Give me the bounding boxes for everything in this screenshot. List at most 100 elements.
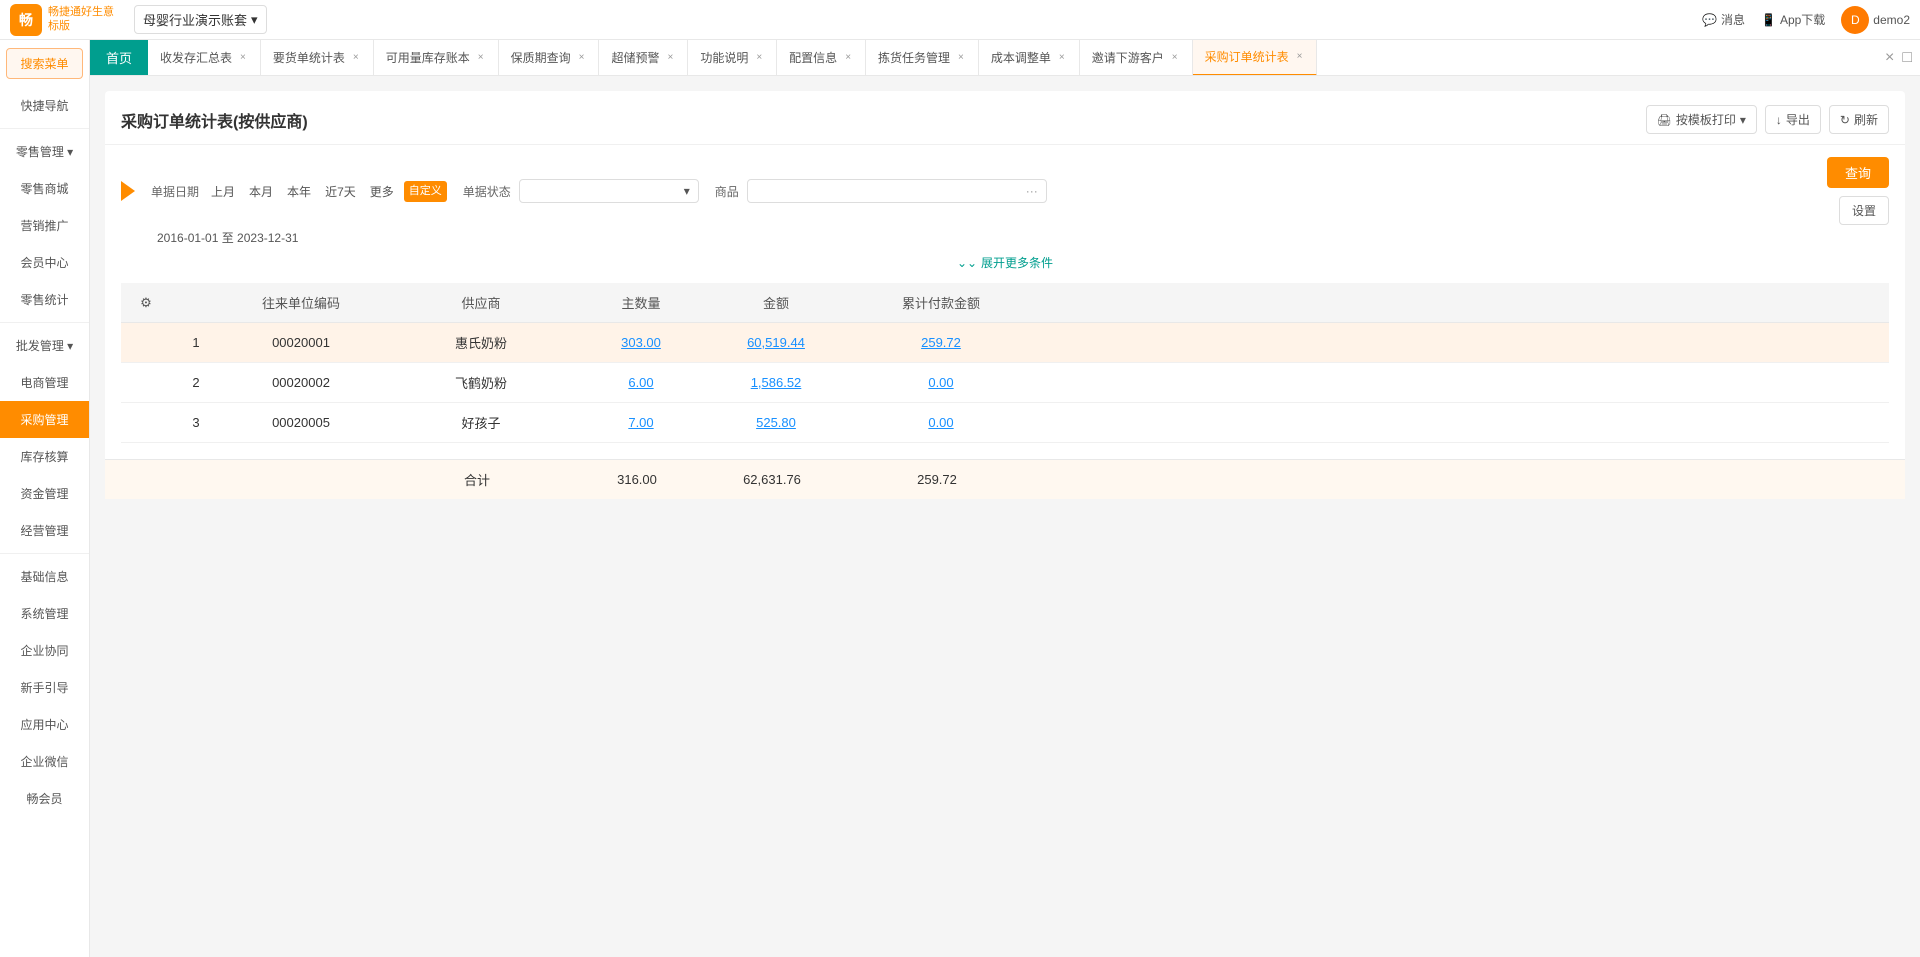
tab-available-inventory[interactable]: 可用量库存账本 × [374,40,499,76]
top-bar: 畅 畅捷通好生意 标版 母婴行业演示账套 ▾ 💬 消息 📱 App下载 D [0,0,1920,40]
export-button[interactable]: ↓ 导出 [1765,105,1821,134]
tab-invite-downstream-close[interactable]: × [1170,50,1180,65]
sidebar-finance-label: 资金管理 [20,487,68,501]
avatar-initial: D [1851,13,1860,27]
refresh-button[interactable]: ↻ 刷新 [1829,105,1889,134]
workspace-selector[interactable]: 母婴行业演示账套 ▾ [134,5,267,34]
col-header-qty: 主数量 [581,283,701,323]
table-header-row: ⚙ 往来单位编码 供应商 主数量 金额 累计付款金额 [121,283,1889,323]
row-qty-3[interactable]: 7.00 [581,403,701,443]
tab-cost-adjust-close[interactable]: × [1057,50,1067,65]
tab-available-inventory-close[interactable]: × [476,50,486,65]
row-amount-1[interactable]: 60,519.44 [701,323,851,363]
message-button[interactable]: 💬 消息 [1702,11,1745,28]
sidebar-item-retail-stats[interactable]: 零售统计 [0,281,89,318]
sidebar-item-wholesale[interactable]: 批发管理 ▾ [0,327,89,364]
date-range-display: 2016-01-01 至 2023-12-31 [121,225,1889,246]
tab-order-summary[interactable]: 要货单统计表 × [261,40,374,76]
col-header-gear[interactable]: ⚙ [121,283,171,323]
date-filter-label: 单据日期 [151,183,199,200]
tab-pick-task[interactable]: 拣货任务管理 × [866,40,979,76]
main-area: 搜索菜单 快捷导航 零售管理 ▾ 零售商城 营销推广 会员中心 零售统计 [0,40,1920,957]
app-download-button[interactable]: 📱 App下载 [1761,11,1825,28]
tab-order-summary-close[interactable]: × [351,50,361,65]
tab-cost-adjust[interactable]: 成本调整单 × [979,40,1080,76]
collapse-icon[interactable] [121,181,135,201]
tab-config-close[interactable]: × [843,50,853,65]
tab-receive-summary[interactable]: 收发存汇总表 × [148,40,261,76]
row-qty-2[interactable]: 6.00 [581,363,701,403]
tab-restore-button[interactable]: □ [1902,49,1912,67]
row-paid-2[interactable]: 0.00 [851,363,1031,403]
row-paid-1[interactable]: 259.72 [851,323,1031,363]
sidebar-item-retail-shop[interactable]: 零售商城 [0,170,89,207]
tab-purchase-stats-close[interactable]: × [1295,49,1305,64]
tab-overstock[interactable]: 超储预警 × [599,40,688,76]
sidebar-wechat-label: 企业微信 [20,755,68,769]
shortcut-this-year[interactable]: 本年 [283,181,315,202]
tab-config[interactable]: 配置信息 × [777,40,866,76]
tab-overstock-close[interactable]: × [665,50,675,65]
search-menu-button[interactable]: 搜索菜单 [6,48,83,79]
sidebar-item-wechat[interactable]: 企业微信 [0,743,89,780]
filter-toggle[interactable] [121,181,135,201]
query-button[interactable]: 查询 [1827,157,1889,188]
sidebar-item-ecommerce[interactable]: 电商管理 [0,364,89,401]
sidebar-item-finance[interactable]: 资金管理 [0,475,89,512]
sidebar-item-new-guide[interactable]: 新手引导 [0,669,89,706]
row-qty-1[interactable]: 303.00 [581,323,701,363]
sidebar-item-app-center[interactable]: 应用中心 [0,706,89,743]
table-body: 1 00020001 惠氏奶粉 303.00 60,519.44 259.72 … [121,323,1889,443]
tab-invite-downstream[interactable]: 邀请下游客户 × [1080,40,1193,76]
tab-pick-task-close[interactable]: × [956,50,966,65]
table-wrapper: ⚙ 往来单位编码 供应商 主数量 金额 累计付款金额 [105,283,1905,499]
shortcut-this-month[interactable]: 本月 [245,181,277,202]
tab-home[interactable]: 首页 [90,40,148,76]
row-paid-3[interactable]: 0.00 [851,403,1031,443]
settings-button[interactable]: 设置 [1839,196,1889,225]
sidebar-system-label: 系统管理 [20,607,68,621]
sidebar-item-purchase[interactable]: 采购管理 [0,401,89,438]
tab-bar: 首页 收发存汇总表 × 要货单统计表 × 可用量库存账本 × 保质期查询 × [90,40,1920,76]
shortcut-7days[interactable]: 近7天 [321,181,360,202]
sidebar-item-basic-info[interactable]: 基础信息 [0,558,89,595]
row-amount-3[interactable]: 525.80 [701,403,851,443]
tab-receive-summary-close[interactable]: × [238,50,248,65]
footer-total-paid: 259.72 [847,472,1027,487]
table-container: ⚙ 往来单位编码 供应商 主数量 金额 累计付款金额 [105,283,1905,459]
table-row: 2 00020002 飞鹤奶粉 6.00 1,586.52 0.00 [121,363,1889,403]
expand-conditions-button[interactable]: ⌄⌄ 展开更多条件 [957,254,1053,271]
goods-input[interactable]: ··· [747,179,1047,203]
tab-close-all-button[interactable]: × [1885,49,1894,67]
tab-home-label: 首页 [106,48,132,67]
sidebar-item-member[interactable]: 畅会员 [0,780,89,817]
status-select[interactable]: ▾ [519,179,699,203]
user-name: demo2 [1873,13,1910,27]
sidebar-item-ops[interactable]: 经营管理 [0,512,89,549]
user-profile-button[interactable]: D demo2 [1841,6,1910,34]
header-actions: 🖨 按模板打印 ▾ ↓ 导出 ↻ 刷新 [1646,105,1889,134]
shortcut-more[interactable]: 更多 [366,181,398,202]
sidebar-item-member-center[interactable]: 会员中心 [0,244,89,281]
print-button[interactable]: 🖨 按模板打印 ▾ [1646,105,1757,134]
sidebar-item-marketing[interactable]: 营销推广 [0,207,89,244]
row-amount-2[interactable]: 1,586.52 [701,363,851,403]
sidebar-item-enterprise[interactable]: 企业协同 [0,632,89,669]
shortcut-last-month[interactable]: 上月 [207,181,239,202]
tab-end-buttons: × □ [1877,49,1920,67]
tab-function-desc-close[interactable]: × [754,50,764,65]
col-header-paid: 累计付款金额 [851,283,1031,323]
tab-warranty-close[interactable]: × [577,50,587,65]
tab-available-inventory-label: 可用量库存账本 [386,49,470,66]
sidebar-item-quick-nav[interactable]: 快捷导航 [0,87,89,124]
tab-function-desc[interactable]: 功能说明 × [688,40,777,76]
sidebar-ops-label: 经营管理 [20,524,68,538]
sidebar-item-inventory[interactable]: 库存核算 [0,438,89,475]
custom-tag: 自定义 [404,181,447,202]
tab-warranty[interactable]: 保质期查询 × [499,40,600,76]
sidebar-member-label: 畅会员 [26,792,62,806]
tab-purchase-stats[interactable]: 采购订单统计表 × [1193,40,1318,76]
expand-label: 展开更多条件 [981,254,1053,271]
sidebar-item-retail-mgmt[interactable]: 零售管理 ▾ [0,133,89,170]
sidebar-item-system[interactable]: 系统管理 [0,595,89,632]
